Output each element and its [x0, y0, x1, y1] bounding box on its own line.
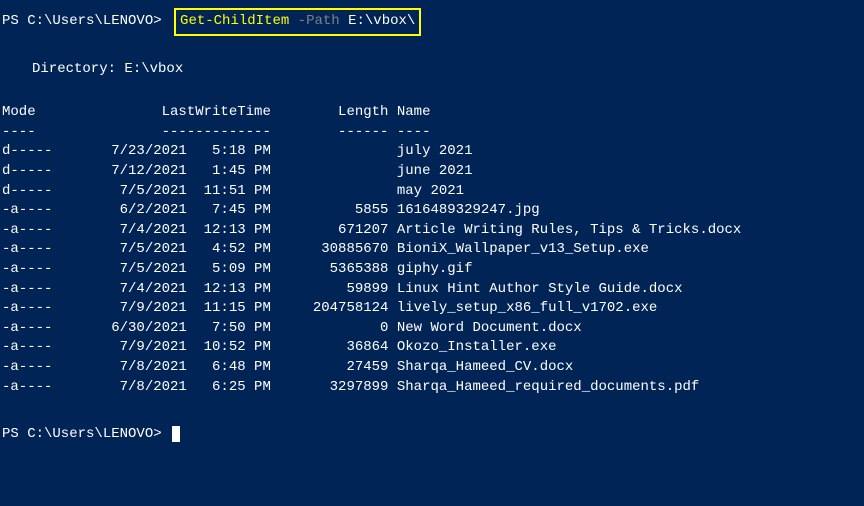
table-row: -a---- 7/5/2021 4:52 PM 30885670 BioniX_…	[2, 240, 862, 260]
prompt-end-line[interactable]: PS C:\Users\LENOVO>	[2, 425, 862, 445]
table-row: -a---- 7/8/2021 6:25 PM 3297899 Sharqa_H…	[2, 378, 862, 398]
table-header: Mode LastWriteTime Length Name	[2, 103, 862, 123]
command-line[interactable]: PS C:\Users\LENOVO> Get-ChildItem -Path …	[2, 8, 862, 36]
table-row: -a---- 7/9/2021 10:52 PM 36864 Okozo_Ins…	[2, 338, 862, 358]
prompt-prefix-end: PS C:\Users\LENOVO>	[2, 426, 162, 442]
directory-label: Directory: E:\vbox	[32, 60, 862, 80]
table-separator: ---- ------------- ------ ----	[2, 123, 862, 143]
path-arg: E:\vbox\	[348, 13, 415, 29]
table-row: -a---- 7/9/2021 11:15 PM 204758124 livel…	[2, 299, 862, 319]
prompt-prefix: PS C:\Users\LENOVO>	[2, 13, 162, 29]
command-highlight: Get-ChildItem -Path E:\vbox\	[174, 8, 421, 36]
table-row: -a---- 7/5/2021 5:09 PM 5365388 giphy.gi…	[2, 260, 862, 280]
table-row: -a---- 7/8/2021 6:48 PM 27459 Sharqa_Ham…	[2, 358, 862, 378]
param-flag: -Path	[298, 13, 340, 29]
table-row: -a---- 7/4/2021 12:13 PM 671207 Article …	[2, 221, 862, 241]
table-row: -a---- 6/2/2021 7:45 PM 5855 16164893292…	[2, 201, 862, 221]
cursor-icon	[172, 426, 180, 442]
table-row: -a---- 6/30/2021 7:50 PM 0 New Word Docu…	[2, 319, 862, 339]
table-row: -a---- 7/4/2021 12:13 PM 59899 Linux Hin…	[2, 280, 862, 300]
table-row: d----- 7/5/2021 11:51 PM may 2021	[2, 182, 862, 202]
cmdlet: Get-ChildItem	[180, 13, 289, 29]
output-table: Mode LastWriteTime Length Name---- -----…	[2, 103, 862, 397]
table-row: d----- 7/12/2021 1:45 PM june 2021	[2, 162, 862, 182]
table-row: d----- 7/23/2021 5:18 PM july 2021	[2, 142, 862, 162]
